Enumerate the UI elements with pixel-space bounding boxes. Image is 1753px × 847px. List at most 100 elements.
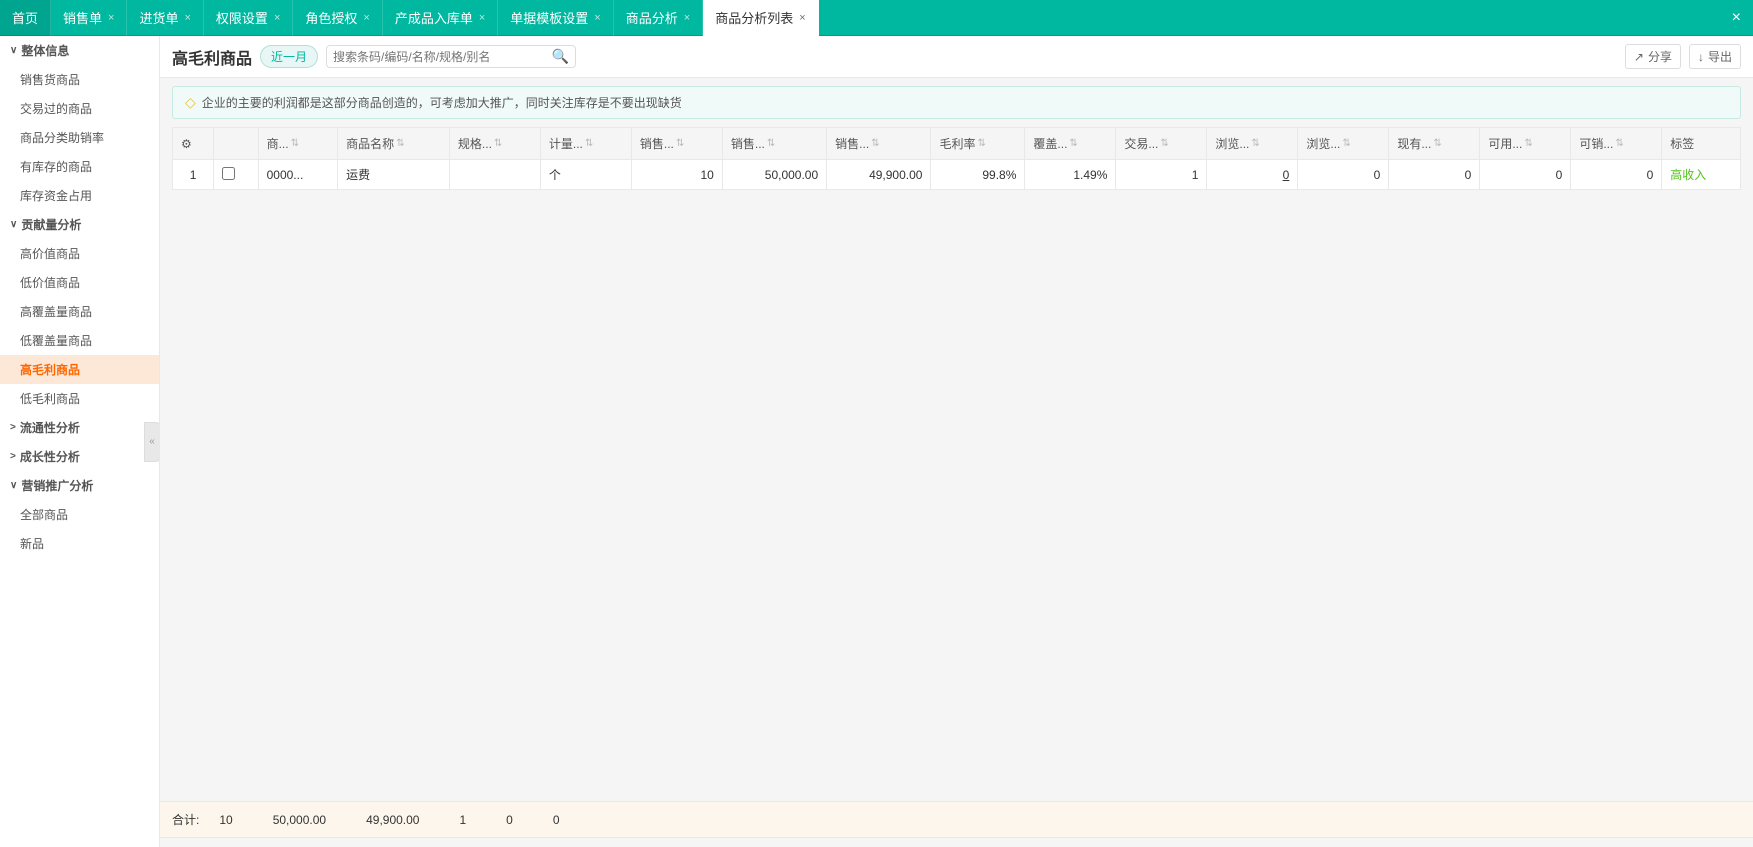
col-header-transaction[interactable]: 交易...⇅ [1116, 128, 1207, 160]
sort-icon: ⇅ [676, 138, 684, 149]
footer-total-bar: 合计: 10 50,000.00 49,900.00 1 0 0 [160, 801, 1753, 837]
nav-item-商品分析[interactable]: 商品分析× [614, 0, 703, 36]
col-header-stock_current[interactable]: 现有...⇅ [1389, 128, 1480, 160]
sort-icon: ⇅ [396, 138, 404, 149]
nav-item-角色授权[interactable]: 角色授权× [293, 0, 382, 36]
sidebar-item-新品[interactable]: 新品 [0, 529, 159, 558]
nav-close-icon[interactable]: × [363, 12, 369, 24]
sidebar-item-高价值商品[interactable]: 高价值商品 [0, 239, 159, 268]
content-area: 高毛利商品 近一月 🔍 ↗ 分享 ↓ 导出 ◇ 企业的主要的利润都是这部分商品创… [160, 36, 1753, 847]
section-arrow-icon: > [10, 422, 16, 433]
sort-icon: ⇅ [291, 138, 299, 149]
sidebar-item-高毛利商品[interactable]: 高毛利商品 [0, 355, 159, 384]
sidebar-item-有库存的商品[interactable]: 有库存的商品 [0, 152, 159, 181]
sidebar-section-贡献量分析[interactable]: ∨贡献量分析 [0, 210, 159, 239]
filter-recent-month-button[interactable]: 近一月 [260, 45, 318, 68]
col-header-code[interactable]: 商...⇅ [258, 128, 338, 160]
sidebar-item-商品分类助销率[interactable]: 商品分类助销率 [0, 123, 159, 152]
row-checkbox[interactable] [222, 167, 235, 180]
sidebar: ∨整体信息销售货商品交易过的商品商品分类助销率有库存的商品库存资金占用∨贡献量分… [0, 36, 160, 847]
nav-item-进货单[interactable]: 进货单× [127, 0, 203, 36]
share-button[interactable]: ↗ 分享 [1625, 44, 1681, 69]
sidebar-item-全部商品[interactable]: 全部商品 [0, 500, 159, 529]
sales-amount: 50,000.00 [722, 160, 826, 190]
nav-close-icon[interactable]: × [799, 12, 805, 24]
sort-icon: ⇅ [1524, 138, 1532, 149]
sort-icon: ⇅ [1160, 138, 1168, 149]
footer-stock-saleable: 0 [553, 813, 560, 827]
header-actions: ↗ 分享 ↓ 导出 [1625, 44, 1741, 69]
nav-close-icon[interactable]: × [479, 12, 485, 24]
nav-close-icon[interactable]: × [684, 12, 690, 24]
col-header-stock_available[interactable]: 可用...⇅ [1480, 128, 1571, 160]
nav-item-首页[interactable]: 首页 [0, 0, 51, 36]
sort-icon: ⇅ [767, 138, 775, 149]
product-name: 运费 [338, 160, 450, 190]
nav-close-icon[interactable]: × [274, 12, 280, 24]
col-header-settings: ⚙ [173, 128, 214, 160]
sort-icon: ⇅ [1069, 138, 1077, 149]
sidebar-item-交易过的商品[interactable]: 交易过的商品 [0, 94, 159, 123]
nav-item-商品分析列表[interactable]: 商品分析列表× [703, 0, 818, 36]
sidebar-item-库存资金占用[interactable]: 库存资金占用 [0, 181, 159, 210]
table-body: 10000...运费个1050,000.0049,900.0099.8%1.49… [173, 160, 1741, 190]
sidebar-item-高覆盖量商品[interactable]: 高覆盖量商品 [0, 297, 159, 326]
close-window-button[interactable]: × [1720, 9, 1753, 27]
sort-icon: ⇅ [977, 138, 985, 149]
product-code: 0000... [258, 160, 338, 190]
horizontal-scrollbar[interactable] [160, 837, 1753, 847]
sidebar-section-整体信息[interactable]: ∨整体信息 [0, 36, 159, 65]
col-header-browse2[interactable]: 浏览...⇅ [1298, 128, 1389, 160]
nav-item-产成品入库单[interactable]: 产成品入库单× [383, 0, 498, 36]
transaction-count: 1 [1116, 160, 1207, 190]
info-icon: ◇ [185, 94, 196, 111]
sidebar-collapse-button[interactable]: « [144, 422, 160, 462]
section-arrow-icon: ∨ [10, 45, 17, 56]
sidebar-item-低价值商品[interactable]: 低价值商品 [0, 268, 159, 297]
nav-item-单据模板设置[interactable]: 单据模板设置× [498, 0, 613, 36]
col-header-stock_saleable[interactable]: 可销...⇅ [1571, 128, 1662, 160]
sidebar-item-销售货商品[interactable]: 销售货商品 [0, 65, 159, 94]
footer-values: 10 50,000.00 49,900.00 1 0 0 [219, 813, 559, 827]
col-header-unit[interactable]: 计量...⇅ [540, 128, 631, 160]
product-tag: 高收入 [1670, 168, 1706, 182]
sidebar-section-营销推广分析[interactable]: ∨营销推广分析 [0, 471, 159, 500]
coverage: 1.49% [1025, 160, 1116, 190]
export-icon: ↓ [1698, 50, 1704, 64]
search-icon[interactable]: 🔍 [552, 48, 569, 65]
footer-sales-qty: 10 [219, 813, 232, 827]
col-header-spec[interactable]: 规格...⇅ [449, 128, 540, 160]
data-table-container: ⚙商...⇅商品名称⇅规格...⇅计量...⇅销售...⇅销售...⇅销售...… [172, 127, 1741, 801]
col-header-name[interactable]: 商品名称⇅ [338, 128, 450, 160]
nav-close-icon[interactable]: × [594, 12, 600, 24]
nav-close-icon[interactable]: × [108, 12, 114, 24]
sidebar-section-流通性分析[interactable]: >流通性分析 [0, 413, 159, 442]
table-header-row: ⚙商...⇅商品名称⇅规格...⇅计量...⇅销售...⇅销售...⇅销售...… [173, 128, 1741, 160]
top-navigation: 首页销售单×进货单×权限设置×角色授权×产成品入库单×单据模板设置×商品分析×商… [0, 0, 1753, 36]
col-header-gross_margin[interactable]: 毛利率⇅ [931, 128, 1025, 160]
footer-sales-amount: 50,000.00 [273, 813, 326, 827]
info-banner: ◇ 企业的主要的利润都是这部分商品创造的，可考虑加大推广，同时关注库存是不要出现… [172, 86, 1741, 119]
sidebar-item-低覆盖量商品[interactable]: 低覆盖量商品 [0, 326, 159, 355]
sort-icon: ⇅ [1342, 138, 1350, 149]
sales-profit: 49,900.00 [827, 160, 931, 190]
browse2: 0 [1298, 160, 1389, 190]
nav-item-销售单[interactable]: 销售单× [51, 0, 127, 36]
section-arrow-icon: ∨ [10, 480, 17, 491]
nav-item-权限设置[interactable]: 权限设置× [204, 0, 293, 36]
table-header: ⚙商...⇅商品名称⇅规格...⇅计量...⇅销售...⇅销售...⇅销售...… [173, 128, 1741, 160]
col-header-coverage[interactable]: 覆盖...⇅ [1025, 128, 1116, 160]
export-button[interactable]: ↓ 导出 [1689, 44, 1741, 69]
sidebar-section-成长性分析[interactable]: >成长性分析 [0, 442, 159, 471]
footer-sales-profit: 49,900.00 [366, 813, 419, 827]
nav-close-icon[interactable]: × [184, 12, 190, 24]
footer-stock-current: 0 [506, 813, 513, 827]
product-spec [449, 160, 540, 190]
col-header-sales_qty[interactable]: 销售...⇅ [631, 128, 722, 160]
search-input[interactable] [333, 50, 552, 64]
sidebar-item-低毛利商品[interactable]: 低毛利商品 [0, 384, 159, 413]
browse1-link[interactable]: 0 [1283, 168, 1290, 182]
col-header-browse1[interactable]: 浏览...⇅ [1207, 128, 1298, 160]
col-header-sales_profit[interactable]: 销售...⇅ [827, 128, 931, 160]
col-header-sales_amount[interactable]: 销售...⇅ [722, 128, 826, 160]
